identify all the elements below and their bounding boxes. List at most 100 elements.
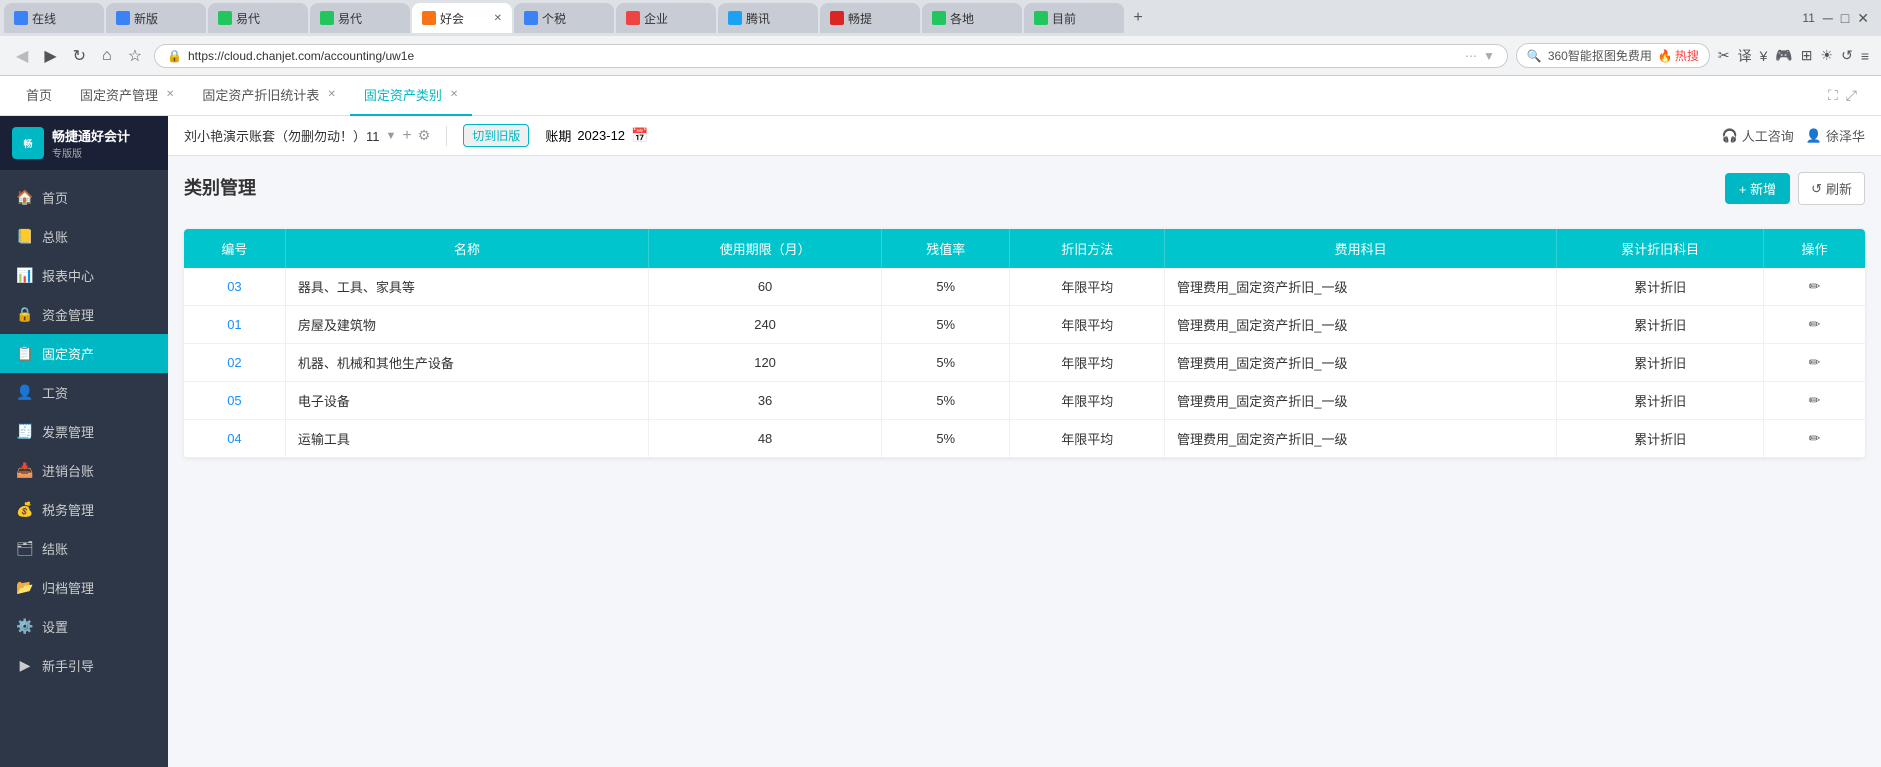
sidebar-item-reports[interactable]: 📊 报表中心 bbox=[0, 256, 168, 295]
browser-tab-qiye[interactable]: 企业 bbox=[616, 3, 716, 33]
settings-account-icon[interactable]: ⚙ bbox=[418, 127, 431, 144]
sidebar-item-fixed-assets[interactable]: 📋 固定资产 bbox=[0, 334, 168, 373]
th-accumulated: 累计折旧科目 bbox=[1557, 229, 1764, 268]
browser-tab-geshui[interactable]: 个税 bbox=[514, 3, 614, 33]
refresh-button[interactable]: ↺ 刷新 bbox=[1798, 172, 1865, 205]
game-icon[interactable]: 🎮 bbox=[1775, 47, 1792, 64]
sidebar-nav: 🏠 首页 📒 总账 📊 报表中心 🔒 资金管理 📋 固定资产 bbox=[0, 170, 168, 767]
browser-tab-changtui[interactable]: 畅提 bbox=[820, 3, 920, 33]
translate-icon[interactable]: 译 bbox=[1738, 46, 1752, 66]
sidebar-item-payroll[interactable]: 👤 工资 bbox=[0, 373, 168, 412]
bookmark-button[interactable]: ☆ bbox=[124, 44, 146, 68]
history-icon[interactable]: ↺ bbox=[1841, 47, 1853, 64]
new-tab-button[interactable]: + bbox=[1126, 6, 1150, 30]
cell-name-4: 运输工具 bbox=[285, 420, 648, 458]
browser-tab-yidai2[interactable]: 易代 bbox=[310, 3, 410, 33]
browser-tab-muqian[interactable]: 目前 bbox=[1024, 3, 1124, 33]
help-label: 人工咨询 bbox=[1742, 126, 1794, 145]
sidebar-item-purchase-sales[interactable]: 📥 进销台账 bbox=[0, 451, 168, 490]
sidebar-item-ledger[interactable]: 📒 总账 bbox=[0, 217, 168, 256]
tab-label-gedi: 各地 bbox=[950, 10, 974, 27]
main-layout: 畅 畅捷通好会计 专版版 🏠 首页 📒 总账 📊 bbox=[0, 116, 1881, 767]
search-box[interactable]: 🔍 360智能抠图免费用 🔥 热搜 bbox=[1516, 43, 1710, 68]
th-expense: 费用科目 bbox=[1165, 229, 1557, 268]
calendar-icon[interactable]: 📅 bbox=[631, 127, 648, 144]
th-residual: 残值率 bbox=[881, 229, 1009, 268]
tab-close-haohui[interactable]: ✕ bbox=[494, 13, 502, 24]
add-button[interactable]: + 新增 bbox=[1725, 173, 1790, 204]
app-tab-fixed-assets-mgmt[interactable]: 固定资产管理 ✕ bbox=[66, 76, 188, 116]
scissors-icon[interactable]: ✂ bbox=[1718, 47, 1730, 64]
cell-action-1[interactable]: ✏ bbox=[1764, 306, 1865, 344]
close-depreciation-table[interactable]: ✕ bbox=[327, 89, 335, 100]
cell-name-1: 房屋及建筑物 bbox=[285, 306, 648, 344]
edit-icon-3[interactable]: ✏ bbox=[1809, 392, 1821, 408]
edit-icon-2[interactable]: ✏ bbox=[1809, 354, 1821, 370]
cell-method-0: 年限平均 bbox=[1010, 268, 1165, 306]
sidebar-item-invoices[interactable]: 🧾 发票管理 bbox=[0, 412, 168, 451]
tab-label-yidai1: 易代 bbox=[236, 10, 260, 27]
edit-icon-0[interactable]: ✏ bbox=[1809, 278, 1821, 294]
refresh-browser-button[interactable]: ↻ bbox=[69, 44, 90, 68]
expand-icon[interactable]: ⤢ bbox=[1846, 87, 1857, 104]
yuan-icon[interactable]: ¥ bbox=[1760, 48, 1768, 64]
grid-icon[interactable]: ⊞ bbox=[1801, 47, 1813, 64]
browser-tab-yidai1[interactable]: 易代 bbox=[208, 3, 308, 33]
user-name: 徐泽华 bbox=[1826, 126, 1865, 145]
url-input[interactable]: 🔒 https://cloud.chanjet.com/accounting/u… bbox=[154, 44, 1508, 68]
sun-icon[interactable]: ☀ bbox=[1821, 47, 1834, 64]
sidebar-item-home[interactable]: 🏠 首页 bbox=[0, 178, 168, 217]
tab-label-geshui: 个税 bbox=[542, 10, 566, 27]
edit-icon-4[interactable]: ✏ bbox=[1809, 430, 1821, 446]
sidebar-item-closing[interactable]: 🗂 结账 bbox=[0, 529, 168, 568]
sidebar-item-tax[interactable]: 💰 税务管理 bbox=[0, 490, 168, 529]
cell-accumulated-4: 累计折旧 bbox=[1557, 420, 1764, 458]
sidebar-item-guide[interactable]: ▶ 新手引导 bbox=[0, 646, 168, 685]
add-account-icon[interactable]: + bbox=[402, 127, 411, 145]
cell-action-0[interactable]: ✏ bbox=[1764, 268, 1865, 306]
browser-tab-haohui[interactable]: 好会 ✕ bbox=[412, 3, 512, 33]
cell-action-4[interactable]: ✏ bbox=[1764, 420, 1865, 458]
cell-action-2[interactable]: ✏ bbox=[1764, 344, 1865, 382]
browser-tab-tengxun[interactable]: 腾讯 bbox=[718, 3, 818, 33]
help-button[interactable]: 🎧 人工咨询 bbox=[1722, 126, 1794, 145]
menu-icon[interactable]: ≡ bbox=[1861, 48, 1869, 64]
closing-nav-icon: 🗂 bbox=[16, 540, 34, 558]
app-tab-home-label: 首页 bbox=[26, 85, 52, 104]
edit-icon-1[interactable]: ✏ bbox=[1809, 316, 1821, 332]
forward-button[interactable]: ▶ bbox=[40, 44, 60, 68]
close-fixed-assets-mgmt[interactable]: ✕ bbox=[166, 89, 174, 100]
sidebar-item-funds[interactable]: 🔒 资金管理 bbox=[0, 295, 168, 334]
sidebar-item-archive[interactable]: 📂 归档管理 bbox=[0, 568, 168, 607]
browser-tab-gedi[interactable]: 各地 bbox=[922, 3, 1022, 33]
brand-version: 专版版 bbox=[52, 145, 130, 160]
close-category[interactable]: ✕ bbox=[450, 89, 458, 100]
search-icon: 🔍 bbox=[1527, 49, 1542, 63]
back-button[interactable]: ◀ bbox=[12, 44, 32, 68]
cell-accumulated-1: 累计折旧 bbox=[1557, 306, 1764, 344]
tab-controls: 11 ─ □ ✕ bbox=[1802, 10, 1877, 27]
switch-version-button[interactable]: 切到旧版 bbox=[463, 124, 529, 147]
browser-tab-online[interactable]: 在线 bbox=[4, 3, 104, 33]
th-months: 使用期限（月） bbox=[649, 229, 882, 268]
home-button[interactable]: ⌂ bbox=[98, 45, 116, 67]
minimize-icon[interactable]: ─ bbox=[1823, 10, 1833, 26]
browser-tab-new[interactable]: 新版 bbox=[106, 3, 206, 33]
user-button[interactable]: 👤 徐泽华 bbox=[1806, 126, 1865, 145]
dropdown-icon[interactable]: ▼ bbox=[386, 130, 397, 142]
sidebar-item-closing-label: 结账 bbox=[42, 539, 68, 558]
close-window-icon[interactable]: ✕ bbox=[1857, 10, 1869, 27]
tab-label-qiye: 企业 bbox=[644, 10, 668, 27]
sidebar-item-settings[interactable]: ⚙️ 设置 bbox=[0, 607, 168, 646]
cell-action-3[interactable]: ✏ bbox=[1764, 382, 1865, 420]
fullscreen-icon[interactable]: ⛶ bbox=[1828, 87, 1838, 104]
site-info-icon[interactable]: ⋯ bbox=[1465, 49, 1477, 63]
app-tab-category[interactable]: 固定资产类别 ✕ bbox=[350, 76, 472, 116]
refresh-icon: ↺ bbox=[1811, 181, 1822, 197]
dropdown-arrow-icon[interactable]: ▼ bbox=[1483, 49, 1495, 63]
maximize-icon[interactable]: □ bbox=[1841, 10, 1849, 26]
app-tab-depreciation-table[interactable]: 固定资产折旧统计表 ✕ bbox=[188, 76, 349, 116]
tab-label-new: 新版 bbox=[134, 10, 158, 27]
search-text: 360智能抠图免费用 bbox=[1548, 47, 1652, 64]
app-tab-home[interactable]: 首页 bbox=[12, 76, 66, 116]
